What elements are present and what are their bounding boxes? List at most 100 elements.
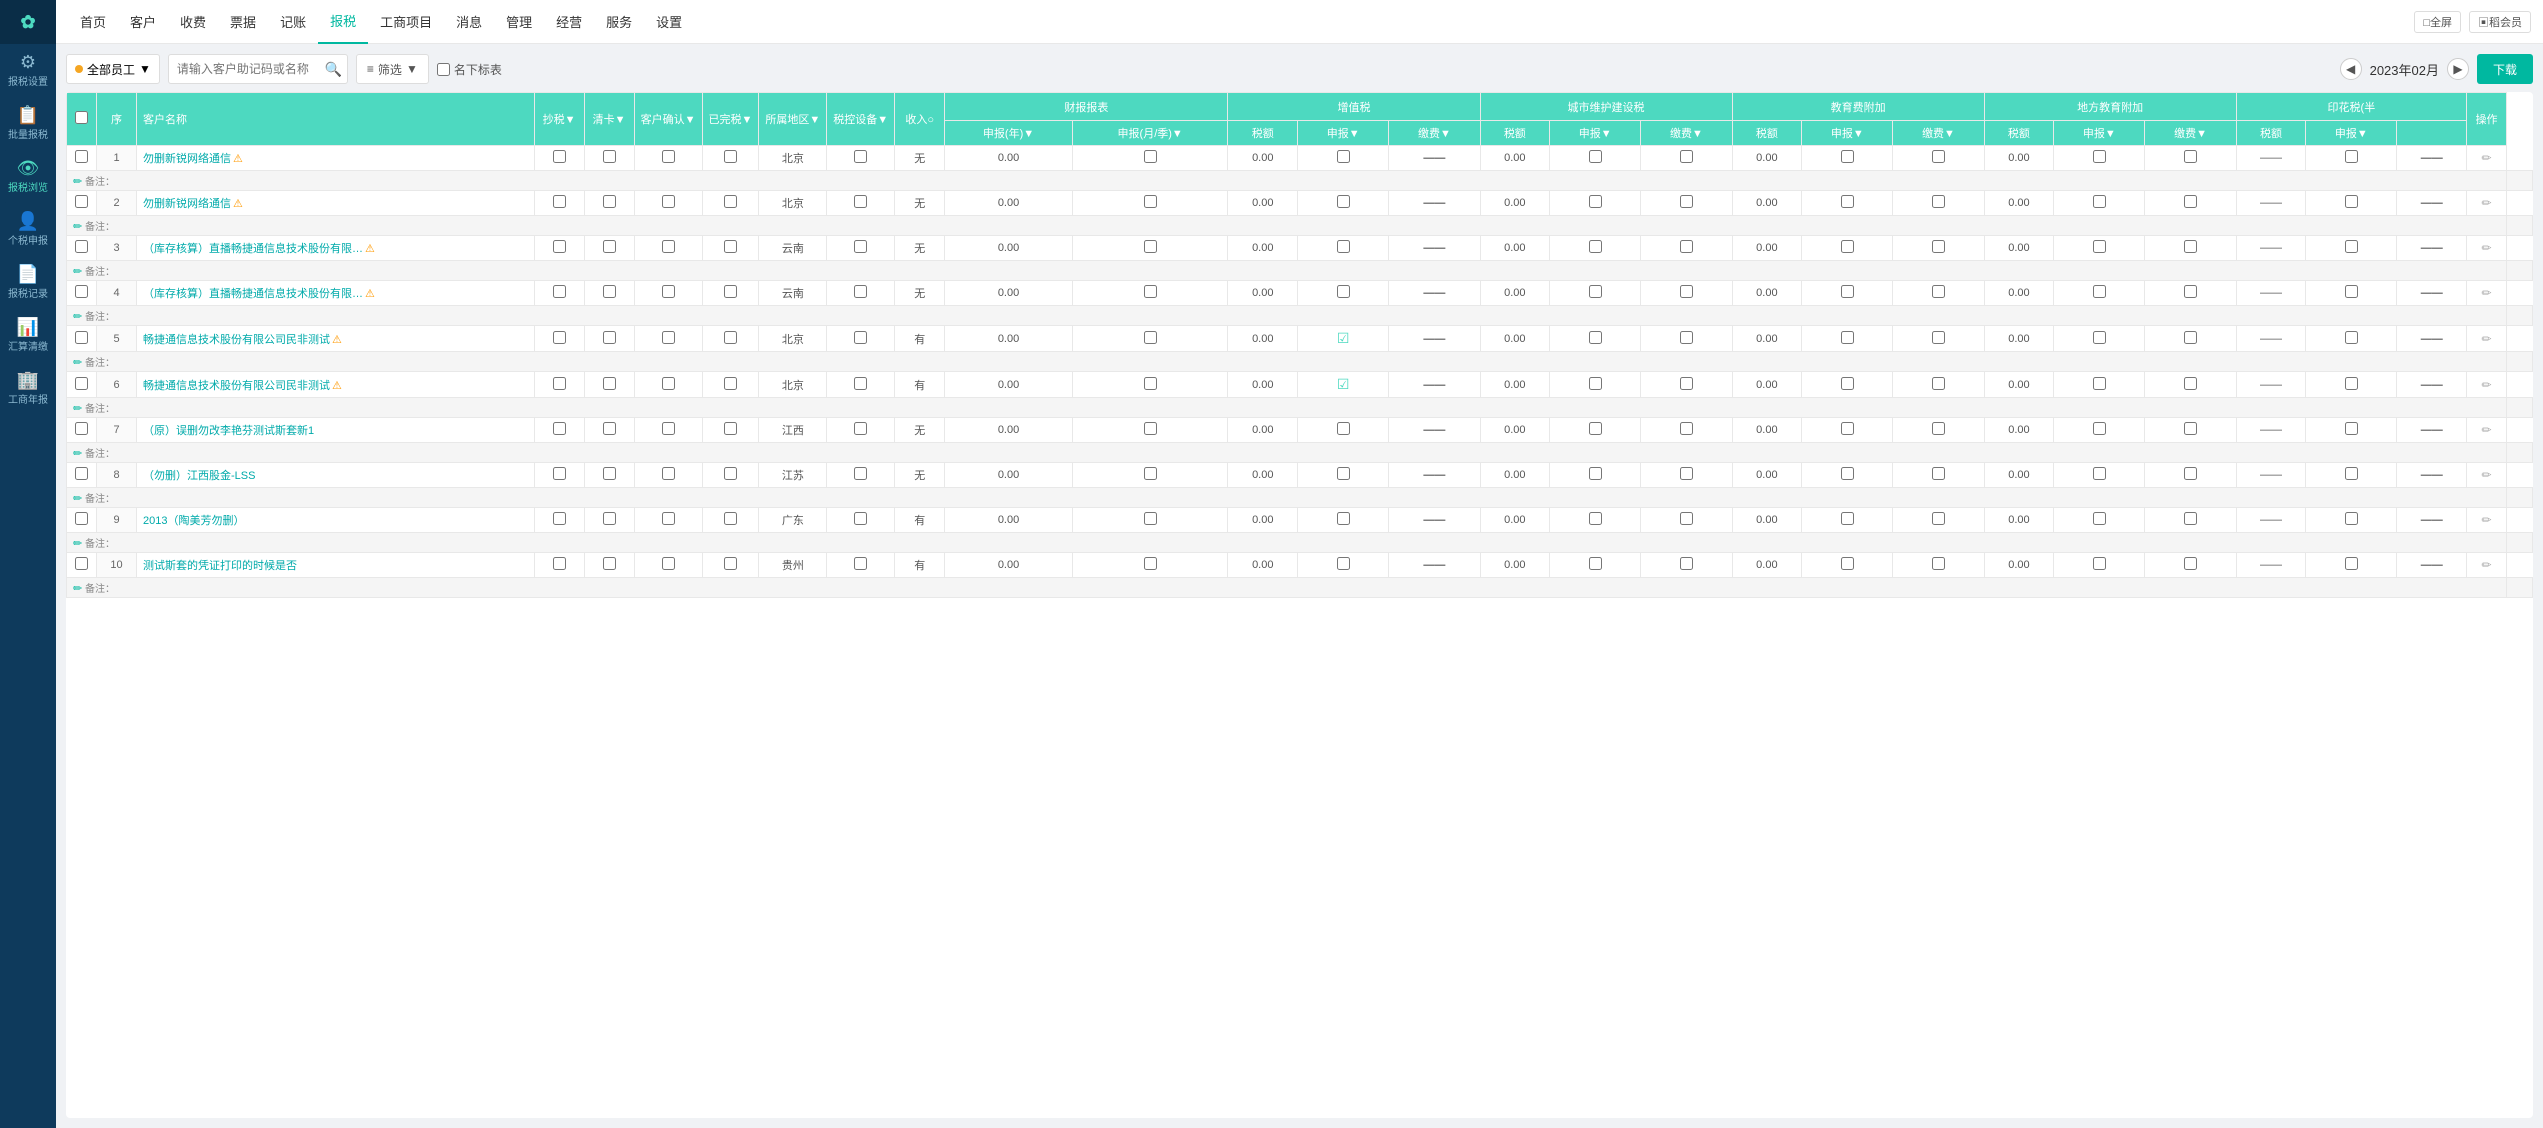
vat-declare-checkbox[interactable] (1337, 512, 1350, 525)
confirm-checkbox[interactable] (662, 512, 675, 525)
city-declare-checkbox[interactable] (1589, 285, 1602, 298)
taxdevice-checkbox[interactable] (854, 422, 867, 435)
stamp-declare-checkbox[interactable] (2345, 240, 2358, 253)
row-checkbox[interactable] (75, 150, 88, 163)
clearcard-checkbox[interactable] (603, 331, 616, 344)
sidebar-item-piliang[interactable]: 📋 批量报税 (3, 97, 53, 150)
edit-icon[interactable]: ✏ (2482, 241, 2492, 255)
edu-amount-checkbox[interactable] (1932, 557, 1945, 570)
sidebar-item-geshuisb[interactable]: 👤 个税申报 (3, 203, 53, 256)
edu-declare-checkbox[interactable] (1841, 377, 1854, 390)
city-amount-checkbox[interactable] (1680, 557, 1693, 570)
edit-icon[interactable]: ✏ (2482, 151, 2492, 165)
local-amount-checkbox[interactable] (2184, 195, 2197, 208)
finance-month-checkbox[interactable] (1144, 467, 1157, 480)
local-amount-checkbox[interactable] (2184, 467, 2197, 480)
local-declare-checkbox[interactable] (2093, 150, 2106, 163)
filed-checkbox[interactable] (724, 377, 737, 390)
nav-operation[interactable]: 经营 (544, 0, 594, 44)
edu-amount-checkbox[interactable] (1932, 331, 1945, 344)
edu-amount-checkbox[interactable] (1932, 422, 1945, 435)
taxdevice-checkbox[interactable] (854, 285, 867, 298)
finance-month-checkbox[interactable] (1144, 285, 1157, 298)
sidebar-item-huisuanjieqiao[interactable]: 📊 汇算清缴 (3, 309, 53, 362)
remark-edit-icon[interactable]: ✏ (73, 583, 82, 595)
row-edit[interactable]: ✏ (2467, 191, 2507, 216)
remark-edit-icon[interactable]: ✏ (73, 266, 82, 278)
edit-icon[interactable]: ✏ (2482, 332, 2492, 346)
select-all-checkbox[interactable] (75, 111, 88, 124)
local-amount-checkbox[interactable] (2184, 285, 2197, 298)
local-amount-checkbox[interactable] (2184, 331, 2197, 344)
city-declare-checkbox[interactable] (1589, 377, 1602, 390)
row-checkbox[interactable] (75, 331, 88, 344)
confirm-checkbox[interactable] (662, 557, 675, 570)
edu-declare-checkbox[interactable] (1841, 195, 1854, 208)
sidebar-item-liulan[interactable]: 👁 报税浏览 (3, 150, 53, 203)
clearcard-checkbox[interactable] (603, 467, 616, 480)
clearcard-checkbox[interactable] (603, 557, 616, 570)
taxcopy-checkbox[interactable] (553, 422, 566, 435)
city-amount-checkbox[interactable] (1680, 331, 1693, 344)
nav-customer[interactable]: 客户 (118, 0, 168, 44)
edu-declare-checkbox[interactable] (1841, 512, 1854, 525)
finance-month-checkbox[interactable] (1144, 240, 1157, 253)
taxdevice-checkbox[interactable] (854, 195, 867, 208)
row-checkbox[interactable] (75, 467, 88, 480)
edit-icon[interactable]: ✏ (2482, 378, 2492, 392)
remark-edit-icon[interactable]: ✏ (73, 493, 82, 505)
finance-month-checkbox[interactable] (1144, 150, 1157, 163)
filed-checkbox[interactable] (724, 285, 737, 298)
vat-declare-checkbox[interactable] (1337, 467, 1350, 480)
edu-declare-checkbox[interactable] (1841, 467, 1854, 480)
row-edit[interactable]: ✏ (2467, 418, 2507, 443)
edu-amount-checkbox[interactable] (1932, 512, 1945, 525)
remark-edit-icon[interactable]: ✏ (73, 538, 82, 550)
city-declare-checkbox[interactable] (1589, 195, 1602, 208)
city-declare-checkbox[interactable] (1589, 467, 1602, 480)
prev-month-button[interactable]: ◀ (2340, 58, 2362, 80)
search-icon[interactable]: 🔍 (324, 61, 341, 78)
local-declare-checkbox[interactable] (2093, 195, 2106, 208)
city-declare-checkbox[interactable] (1589, 422, 1602, 435)
remark-edit-icon[interactable]: ✏ (73, 311, 82, 323)
nav-invoice[interactable]: 票据 (218, 0, 268, 44)
confirm-checkbox[interactable] (662, 195, 675, 208)
stamp-declare-checkbox[interactable] (2345, 150, 2358, 163)
finance-month-checkbox[interactable] (1144, 377, 1157, 390)
edu-declare-checkbox[interactable] (1841, 240, 1854, 253)
clearcard-checkbox[interactable] (603, 240, 616, 253)
city-declare-checkbox[interactable] (1589, 331, 1602, 344)
nav-message[interactable]: 消息 (444, 0, 494, 44)
edit-icon[interactable]: ✏ (2482, 513, 2492, 527)
city-declare-checkbox[interactable] (1589, 512, 1602, 525)
row-checkbox[interactable] (75, 240, 88, 253)
nav-billing[interactable]: 收费 (168, 0, 218, 44)
taxdevice-checkbox[interactable] (854, 150, 867, 163)
edu-amount-checkbox[interactable] (1932, 240, 1945, 253)
employee-filter-select[interactable]: 全部员工 ▼ (66, 54, 160, 84)
edit-icon[interactable]: ✏ (2482, 558, 2492, 572)
nav-manage[interactable]: 管理 (494, 0, 544, 44)
row-edit[interactable]: ✏ (2467, 146, 2507, 171)
city-amount-checkbox[interactable] (1680, 240, 1693, 253)
city-amount-checkbox[interactable] (1680, 150, 1693, 163)
edu-declare-checkbox[interactable] (1841, 422, 1854, 435)
row-edit[interactable]: ✏ (2467, 463, 2507, 488)
city-declare-checkbox[interactable] (1589, 557, 1602, 570)
row-edit[interactable]: ✏ (2467, 326, 2507, 352)
remark-edit-icon[interactable]: ✏ (73, 448, 82, 460)
row-checkbox[interactable] (75, 557, 88, 570)
taxcopy-checkbox[interactable] (553, 467, 566, 480)
local-amount-checkbox[interactable] (2184, 377, 2197, 390)
nav-home[interactable]: 首页 (68, 0, 118, 44)
remark-edit-icon[interactable]: ✏ (73, 176, 82, 188)
taxcopy-checkbox[interactable] (553, 557, 566, 570)
vat-declare-checkbox[interactable] (1337, 150, 1350, 163)
row-edit[interactable]: ✏ (2467, 508, 2507, 533)
local-amount-checkbox[interactable] (2184, 150, 2197, 163)
nav-tax[interactable]: 报税 (318, 0, 368, 44)
finance-month-checkbox[interactable] (1144, 422, 1157, 435)
taxcopy-checkbox[interactable] (553, 331, 566, 344)
local-declare-checkbox[interactable] (2093, 377, 2106, 390)
